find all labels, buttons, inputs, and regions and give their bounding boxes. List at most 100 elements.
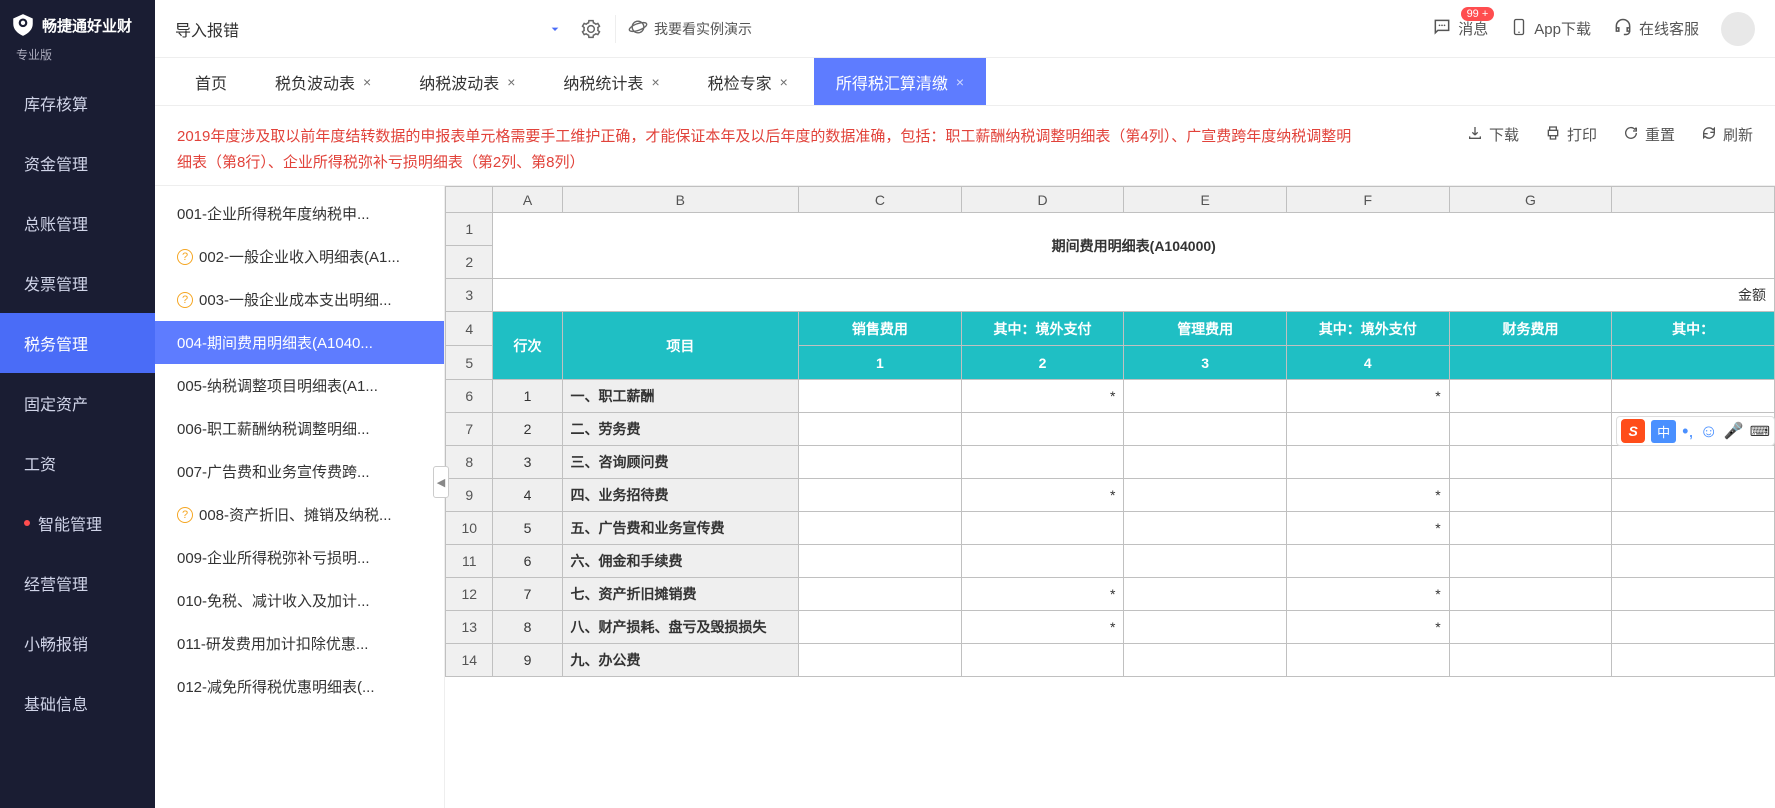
reset-button[interactable]: 重置 [1623, 124, 1675, 145]
report-list-item[interactable]: 004-期间费用明细表(A1040... [155, 321, 444, 364]
cell[interactable] [961, 413, 1124, 446]
collapse-handle[interactable]: ◀ [433, 466, 449, 498]
cell[interactable] [799, 512, 962, 545]
close-icon[interactable]: × [507, 74, 515, 90]
sidebar-item[interactable]: 总账管理 [0, 193, 155, 253]
cell[interactable]: 3 [493, 446, 562, 479]
cell[interactable] [799, 446, 962, 479]
report-list-item[interactable]: ?002-一般企业收入明细表(A1... [155, 235, 444, 278]
cell[interactable] [799, 578, 962, 611]
cell[interactable] [1612, 545, 1775, 578]
cell[interactable]: * [961, 611, 1124, 644]
header-cell[interactable]: E [1124, 187, 1287, 213]
cell[interactable]: * [1286, 611, 1449, 644]
cell[interactable]: * [961, 380, 1124, 413]
cell[interactable] [1612, 380, 1775, 413]
cell[interactable]: 行次 [493, 312, 562, 380]
cell[interactable]: 4 [1286, 346, 1449, 380]
cell[interactable]: 其中：境外支付 [1286, 312, 1449, 346]
cell[interactable]: 三、咨询顾问费 [562, 446, 799, 479]
print-button[interactable]: 打印 [1545, 124, 1597, 145]
cell[interactable] [1612, 346, 1775, 380]
chevron-down-icon[interactable] [543, 17, 567, 41]
sidebar-item[interactable]: 小畅报销 [0, 613, 155, 673]
tab[interactable]: 首页 [173, 58, 249, 105]
cell[interactable]: 其中： [1612, 312, 1775, 346]
cell[interactable]: 四、业务招待费 [562, 479, 799, 512]
cell[interactable] [1449, 346, 1612, 380]
cell[interactable]: 2 [961, 346, 1124, 380]
header-cell[interactable]: F [1286, 187, 1449, 213]
cell[interactable] [1124, 446, 1287, 479]
header-cell[interactable]: 1 [446, 213, 493, 246]
cell[interactable]: 3 [1124, 346, 1287, 380]
spreadsheet[interactable]: ABCDEFG1期间费用明细表(A104000)23金额4行次项目销售费用其中：… [445, 186, 1775, 808]
header-cell[interactable]: A [493, 187, 562, 213]
header-cell[interactable]: 2 [446, 246, 493, 279]
cell[interactable] [961, 644, 1124, 677]
cell[interactable]: 六、佣金和手续费 [562, 545, 799, 578]
report-list-item[interactable]: 006-职工薪酬纳税调整明细... [155, 407, 444, 450]
ime-toolbar[interactable]: S 中 •, ☺ 🎤 ⌨ [1616, 416, 1775, 446]
header-cell[interactable]: 7 [446, 413, 493, 446]
header-cell[interactable]: 10 [446, 512, 493, 545]
cell[interactable]: 七、资产折旧摊销费 [562, 578, 799, 611]
close-icon[interactable]: × [651, 74, 659, 90]
sidebar-item[interactable]: 智能管理 [0, 493, 155, 553]
cell[interactable] [1286, 644, 1449, 677]
cell[interactable]: 管理费用 [1124, 312, 1287, 346]
cell[interactable] [961, 446, 1124, 479]
cell[interactable]: 2 [493, 413, 562, 446]
header-cell[interactable]: 9 [446, 479, 493, 512]
cell[interactable] [1124, 545, 1287, 578]
header-cell[interactable]: D [961, 187, 1124, 213]
cell[interactable]: * [1286, 479, 1449, 512]
cell[interactable] [1449, 413, 1612, 446]
messages-button[interactable]: 消息 99 + [1432, 17, 1488, 41]
cell[interactable] [799, 611, 962, 644]
header-cell[interactable]: 4 [446, 312, 493, 346]
cell[interactable]: 期间费用明细表(A104000) [493, 213, 1775, 279]
sidebar-item[interactable]: 基础信息 [0, 673, 155, 733]
cell[interactable] [1612, 479, 1775, 512]
cell[interactable] [1449, 644, 1612, 677]
cell[interactable] [799, 413, 962, 446]
cell[interactable] [1124, 512, 1287, 545]
report-list-item[interactable]: 001-企业所得税年度纳税申... [155, 192, 444, 235]
cell[interactable] [1449, 446, 1612, 479]
demo-link[interactable]: 我要看实例演示 [628, 17, 752, 40]
cell[interactable]: 财务费用 [1449, 312, 1612, 346]
cell[interactable] [1124, 578, 1287, 611]
cell[interactable]: 7 [493, 578, 562, 611]
header-cell[interactable]: 14 [446, 644, 493, 677]
tab[interactable]: 税检专家× [686, 58, 810, 105]
header-cell[interactable]: 3 [446, 279, 493, 312]
report-list-item[interactable]: 012-减免所得税优惠明细表(... [155, 665, 444, 708]
close-icon[interactable]: × [363, 74, 371, 90]
close-icon[interactable]: × [956, 74, 964, 90]
cell[interactable]: 6 [493, 545, 562, 578]
cell[interactable] [1286, 446, 1449, 479]
cell[interactable] [1286, 413, 1449, 446]
cell[interactable] [799, 380, 962, 413]
report-list-item[interactable]: 009-企业所得税弥补亏损明... [155, 536, 444, 579]
cell[interactable]: 4 [493, 479, 562, 512]
cell[interactable]: * [1286, 380, 1449, 413]
cell[interactable]: 项目 [562, 312, 799, 380]
sidebar-item[interactable]: 发票管理 [0, 253, 155, 313]
cell[interactable]: 五、广告费和业务宣传费 [562, 512, 799, 545]
cell[interactable] [1124, 479, 1287, 512]
report-list-item[interactable]: 011-研发费用加计扣除优惠... [155, 622, 444, 665]
avatar[interactable] [1721, 12, 1755, 46]
report-list-item[interactable]: 005-纳税调整项目明细表(A1... [155, 364, 444, 407]
cell[interactable] [1124, 413, 1287, 446]
report-list-item[interactable]: 007-广告费和业务宣传费跨... [155, 450, 444, 493]
header-cell[interactable]: 11 [446, 545, 493, 578]
header-cell[interactable]: 8 [446, 446, 493, 479]
tab[interactable]: 纳税统计表× [541, 58, 681, 105]
header-cell[interactable]: 13 [446, 611, 493, 644]
refresh-button[interactable]: 刷新 [1701, 124, 1753, 145]
header-cell[interactable] [446, 187, 493, 213]
sidebar-item[interactable]: 税务管理 [0, 313, 155, 373]
close-icon[interactable]: × [780, 74, 788, 90]
